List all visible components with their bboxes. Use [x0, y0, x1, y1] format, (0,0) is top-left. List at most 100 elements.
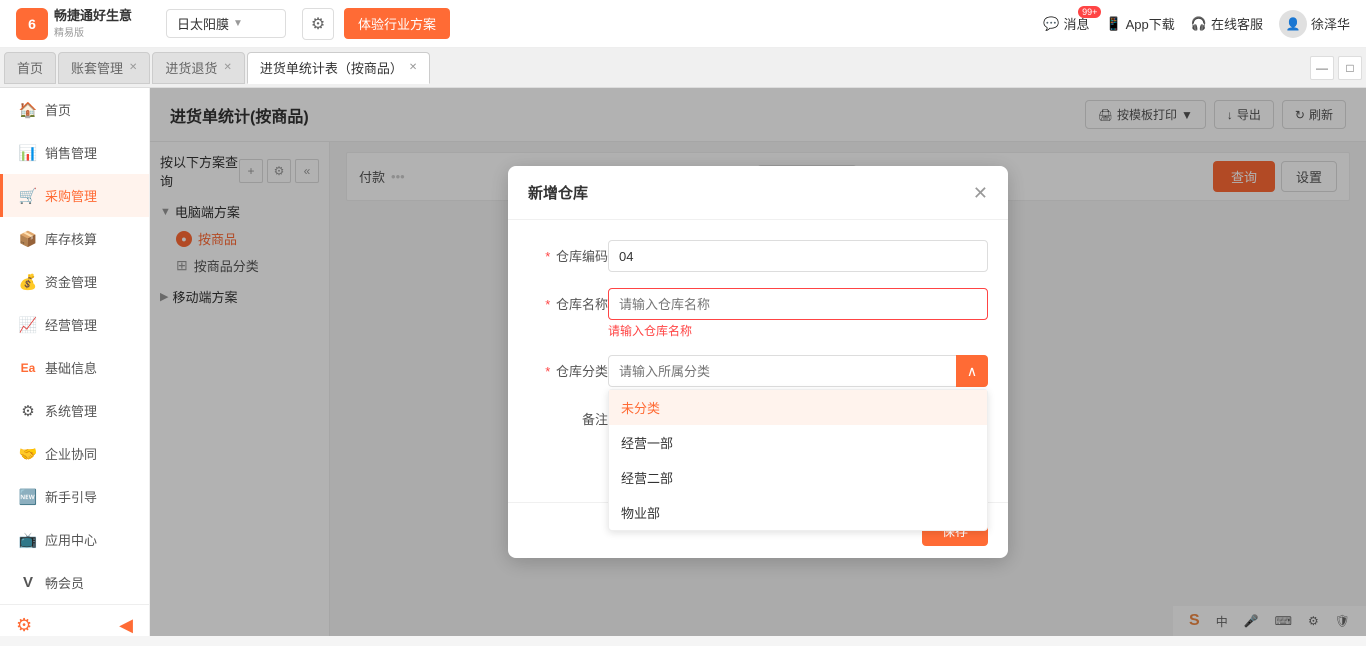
logo-icon: 6	[16, 8, 48, 40]
remarks-label: 备注	[528, 403, 608, 428]
warehouse-name-label: * 仓库名称	[528, 288, 608, 313]
finance-icon: 💰	[19, 273, 37, 291]
dialog-title: 新增仓库	[528, 182, 588, 203]
collapse-icon[interactable]: ◀	[119, 615, 133, 636]
purchase-icon: 🛒	[19, 187, 37, 205]
warehouse-name-error: 请输入仓库名称	[608, 322, 988, 339]
avatar: 👤	[1279, 10, 1307, 38]
tab-returns[interactable]: 进货退货 ✕	[152, 52, 244, 84]
sidebar-item-purchase-label: 采购管理	[45, 186, 97, 205]
system-icon: ⚙	[19, 402, 37, 420]
tab-returns-close[interactable]: ✕	[223, 62, 231, 73]
app-download-area[interactable]: 📱 App下载	[1105, 14, 1174, 33]
dropdown-option-uncategorized[interactable]: 未分类	[609, 390, 987, 425]
tab-accounts-close[interactable]: ✕	[129, 62, 137, 73]
sidebar-item-vip[interactable]: V 畅会员	[0, 561, 149, 604]
headset-icon: 🎧	[1191, 16, 1207, 32]
required-indicator2: *	[545, 297, 550, 312]
top-header: 6 畅捷通好生意 精易版 日太阳膜 ▼ ⚙ 体验行业方案 💬 消息 99+ 📱 …	[0, 0, 1366, 48]
dialog-body: * 仓库编码 * 仓库名称	[508, 220, 1008, 502]
service-area[interactable]: 🎧 在线客服	[1191, 14, 1263, 33]
sidebar-item-guide[interactable]: 🆕 新手引导	[0, 475, 149, 518]
sidebar-item-finance[interactable]: 💰 资金管理	[0, 260, 149, 303]
warehouse-name-input[interactable]	[608, 288, 988, 320]
warehouse-type-label: * 仓库分类	[528, 355, 608, 380]
sales-icon: 📊	[19, 144, 37, 162]
warehouse-type-dropdown-arrow[interactable]: ∧	[956, 355, 988, 387]
sidebar-item-system-label: 系统管理	[45, 401, 97, 420]
store-dropdown-arrow: ▼	[233, 18, 243, 29]
warehouse-type-input[interactable]	[608, 355, 988, 387]
logo-area: 6 畅捷通好生意 精易版	[16, 8, 166, 40]
home-icon: 🏠	[19, 101, 37, 119]
message-badge: 99+	[1078, 6, 1101, 18]
logo-sub: 精易版	[54, 24, 132, 39]
warehouse-name-row: * 仓库名称 请输入仓库名称	[528, 288, 988, 339]
tab-minimize-button[interactable]: —	[1310, 56, 1334, 80]
store-selector[interactable]: 日太阳膜 ▼	[166, 9, 286, 38]
header-right: 💬 消息 99+ 📱 App下载 🎧 在线客服 👤 徐泽华	[1043, 10, 1350, 38]
user-name: 徐泽华	[1311, 14, 1350, 33]
tab-bar: 首页 账套管理 ✕ 进货退货 ✕ 进货单统计表（按商品） ✕ — □	[0, 48, 1366, 88]
sidebar-item-operation-label: 经营管理	[45, 315, 97, 334]
dropdown-option-dept2[interactable]: 经营二部	[609, 460, 987, 495]
message-area[interactable]: 💬 消息 99+	[1043, 14, 1089, 33]
tab-purchase-stats-label: 进货单统计表（按商品）	[260, 58, 403, 77]
warehouse-code-row: * 仓库编码	[528, 240, 988, 272]
sidebar-bottom: ⚙ ◀	[0, 604, 149, 646]
warehouse-name-field: 请输入仓库名称	[608, 288, 988, 339]
header-center: ⚙ 体验行业方案	[286, 8, 1043, 40]
warehouse-type-field: ∧ 未分类 经营一部 经营二部 物业部	[608, 355, 988, 387]
dialog-header: 新增仓库 ✕	[508, 166, 1008, 220]
warehouse-type-dropdown-list: 未分类 经营一部 经营二部 物业部	[608, 389, 988, 531]
message-icon: 💬	[1043, 16, 1059, 32]
operation-icon: 📈	[19, 316, 37, 334]
sidebar-item-vip-label: 畅会员	[45, 573, 84, 592]
settings-bottom-icon[interactable]: ⚙	[16, 615, 32, 636]
dialog-close-button[interactable]: ✕	[973, 184, 988, 202]
service-label: 在线客服	[1211, 14, 1263, 33]
warehouse-code-label: * 仓库编码	[528, 240, 608, 265]
tab-home-label: 首页	[17, 58, 43, 77]
tab-accounts[interactable]: 账套管理 ✕	[58, 52, 150, 84]
sidebar-item-enterprise-label: 企业协同	[45, 444, 97, 463]
logo-text: 畅捷通好生意	[54, 8, 132, 24]
settings-icon[interactable]: ⚙	[302, 8, 334, 40]
sidebar-item-purchase[interactable]: 🛒 采购管理	[0, 174, 149, 217]
warehouse-code-field	[608, 240, 988, 272]
sidebar-item-inventory[interactable]: 📦 库存核算	[0, 217, 149, 260]
warehouse-code-input[interactable]	[608, 240, 988, 272]
sidebar-item-operation[interactable]: 📈 经营管理	[0, 303, 149, 346]
sidebar-item-inventory-label: 库存核算	[45, 229, 97, 248]
modal-overlay: 新增仓库 ✕ * 仓库编码	[150, 88, 1366, 636]
sidebar-item-app-center-label: 应用中心	[45, 530, 97, 549]
vip-icon: V	[19, 574, 37, 592]
sidebar-item-app-center[interactable]: 📺 应用中心	[0, 518, 149, 561]
dropdown-option-dept1[interactable]: 经营一部	[609, 425, 987, 460]
sidebar-item-home[interactable]: 🏠 首页	[0, 88, 149, 131]
main-layout: 🏠 首页 📊 销售管理 🛒 采购管理 📦 库存核算 💰 资金管理 📈 经营管理 …	[0, 88, 1366, 636]
content-area: 进货单统计(按商品) 🖨 按模板打印 ▼ ↓ 导出 ↻ 刷新	[150, 88, 1366, 636]
tab-maximize-button[interactable]: □	[1338, 56, 1362, 80]
inventory-icon: 📦	[19, 230, 37, 248]
trial-button[interactable]: 体验行业方案	[344, 8, 450, 39]
tab-purchase-stats[interactable]: 进货单统计表（按商品） ✕	[247, 52, 430, 84]
enterprise-icon: 🤝	[19, 445, 37, 463]
dropdown-option-property[interactable]: 物业部	[609, 495, 987, 530]
sidebar-item-sales[interactable]: 📊 销售管理	[0, 131, 149, 174]
user-area[interactable]: 👤 徐泽华	[1279, 10, 1350, 38]
sidebar-item-home-label: 首页	[45, 100, 71, 119]
tab-purchase-stats-close[interactable]: ✕	[409, 62, 417, 73]
app-label: App下载	[1126, 14, 1175, 33]
store-name: 日太阳膜	[177, 14, 229, 33]
tab-accounts-label: 账套管理	[71, 58, 123, 77]
sidebar-item-enterprise[interactable]: 🤝 企业协同	[0, 432, 149, 475]
sidebar-item-finance-label: 资金管理	[45, 272, 97, 291]
required-indicator3: *	[545, 364, 550, 379]
sidebar-item-basic-info[interactable]: Ea 基础信息	[0, 346, 149, 389]
sidebar-item-sales-label: 销售管理	[45, 143, 97, 162]
warehouse-type-row: * 仓库分类 ∧ 未分类 经营一部 经营二部 物业部	[528, 355, 988, 387]
required-indicator: *	[545, 249, 550, 264]
tab-home[interactable]: 首页	[4, 52, 56, 84]
sidebar-item-system[interactable]: ⚙ 系统管理	[0, 389, 149, 432]
